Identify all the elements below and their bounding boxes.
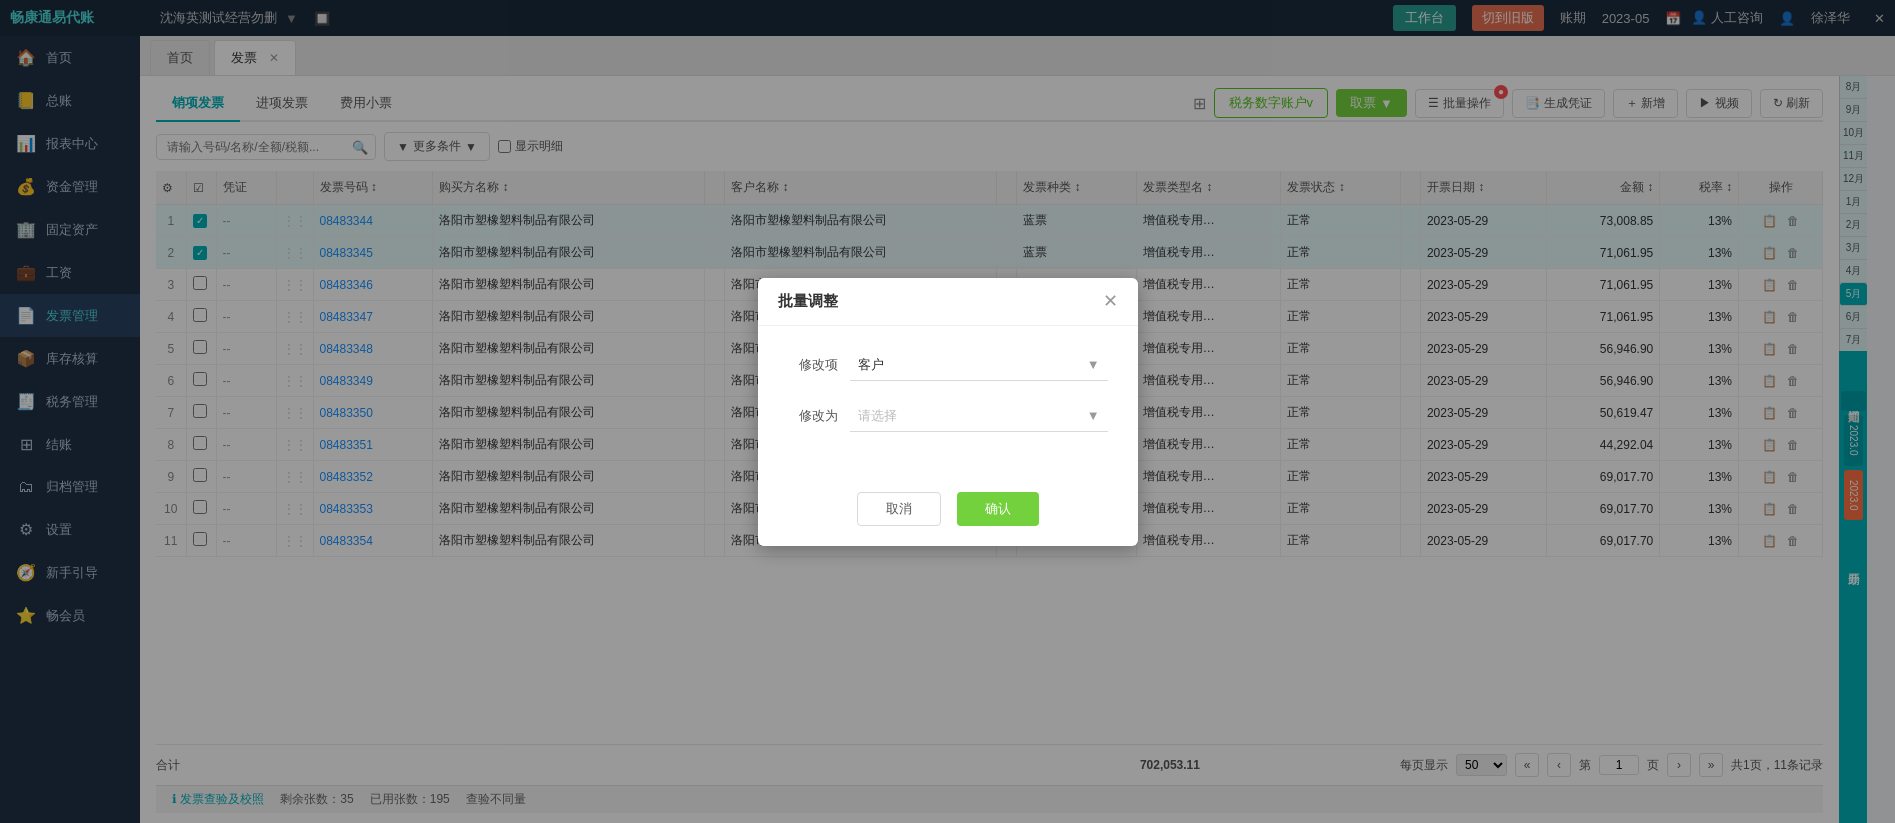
value-select[interactable]: 请选择 ▼ — [850, 401, 1108, 432]
form-row-field: 修改项 客户 ▼ — [788, 350, 1108, 381]
value-dropdown-arrow: ▼ — [1087, 408, 1100, 423]
field-select[interactable]: 客户 ▼ — [850, 350, 1108, 381]
field-label: 修改项 — [788, 356, 838, 374]
modal-overlay: 批量调整 ✕ 修改项 客户 ▼ 修改为 请选择 ▼ 取消 确认 — [0, 0, 1895, 823]
modal-footer: 取消 确认 — [758, 476, 1138, 546]
field-value: 客户 — [858, 356, 884, 374]
cancel-button[interactable]: 取消 — [857, 492, 941, 526]
form-row-value: 修改为 请选择 ▼ — [788, 401, 1108, 432]
field-dropdown-arrow: ▼ — [1087, 357, 1100, 372]
batch-adjust-modal: 批量调整 ✕ 修改项 客户 ▼ 修改为 请选择 ▼ 取消 确认 — [758, 278, 1138, 546]
modal-close-button[interactable]: ✕ — [1103, 292, 1118, 310]
confirm-button[interactable]: 确认 — [957, 492, 1039, 526]
value-placeholder: 请选择 — [858, 407, 897, 425]
modal-title: 批量调整 — [778, 292, 838, 311]
modal-header: 批量调整 ✕ — [758, 278, 1138, 326]
modal-body: 修改项 客户 ▼ 修改为 请选择 ▼ — [758, 326, 1138, 476]
value-label: 修改为 — [788, 407, 838, 425]
